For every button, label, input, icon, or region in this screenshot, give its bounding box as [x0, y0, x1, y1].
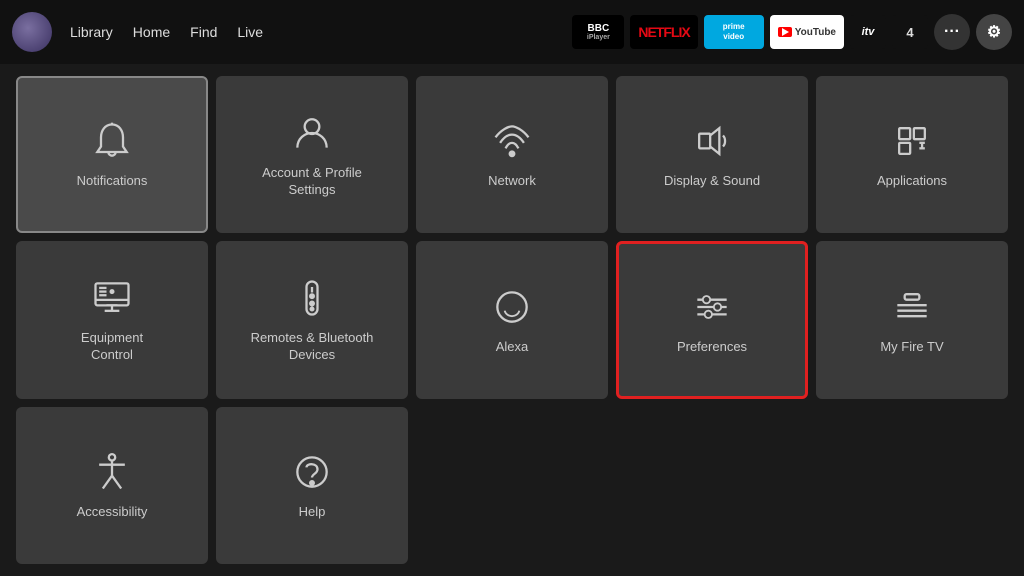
tile-my-fire-tv[interactable]: My Fire TV — [816, 241, 1008, 398]
nav-live[interactable]: Live — [237, 24, 263, 40]
monitor-icon — [90, 276, 134, 320]
nav-home[interactable]: Home — [133, 24, 170, 40]
avatar[interactable] — [12, 12, 52, 52]
tile-applications[interactable]: Applications — [816, 76, 1008, 233]
tile-remotes-label: Remotes & BluetoothDevices — [251, 330, 374, 364]
app-more-button[interactable]: ··· — [934, 14, 970, 50]
bell-icon — [90, 119, 134, 163]
tile-display-sound[interactable]: Display & Sound — [616, 76, 808, 233]
sliders-icon — [690, 285, 734, 329]
nav-find[interactable]: Find — [190, 24, 217, 40]
wifi-icon — [490, 119, 534, 163]
tile-accessibility[interactable]: Accessibility — [16, 407, 208, 564]
app-bbc-iplayer[interactable]: BBC iPlayer — [572, 15, 624, 49]
tile-help[interactable]: Help — [216, 407, 408, 564]
tile-equipment-control[interactable]: EquipmentControl — [16, 241, 208, 398]
tile-network[interactable]: Network — [416, 76, 608, 233]
tile-notifications-label: Notifications — [77, 173, 148, 190]
nav-library[interactable]: Library — [70, 24, 113, 40]
remote-icon — [290, 276, 334, 320]
remote2-icon — [890, 285, 934, 329]
tile-alexa-label: Alexa — [496, 339, 529, 356]
tile-display-sound-label: Display & Sound — [664, 173, 760, 190]
tile-notifications[interactable]: Notifications — [16, 76, 208, 233]
tile-applications-label: Applications — [877, 173, 947, 190]
tile-alexa[interactable]: Alexa — [416, 241, 608, 398]
tile-remotes-bluetooth[interactable]: Remotes & BluetoothDevices — [216, 241, 408, 398]
speaker-icon — [690, 119, 734, 163]
tile-equipment-label: EquipmentControl — [81, 330, 143, 364]
person-icon — [290, 111, 334, 155]
nav-apps: BBC iPlayer NETFLIX primevideo YouTube i… — [572, 14, 1012, 50]
tile-help-label: Help — [299, 504, 326, 521]
tile-preferences[interactable]: Preferences — [616, 241, 808, 398]
tile-my-fire-tv-label: My Fire TV — [880, 339, 943, 356]
settings-button[interactable]: ⚙ — [976, 14, 1012, 50]
tile-preferences-label: Preferences — [677, 339, 747, 356]
accessibility-icon — [90, 450, 134, 494]
top-nav: Library Home Find Live BBC iPlayer NETFL… — [0, 0, 1024, 64]
apps-icon — [890, 119, 934, 163]
app-itv[interactable]: itv — [850, 15, 886, 49]
question-icon — [290, 450, 334, 494]
tile-account-profile[interactable]: Account & ProfileSettings — [216, 76, 408, 233]
tile-network-label: Network — [488, 173, 536, 190]
tile-accessibility-label: Accessibility — [77, 504, 148, 521]
nav-links: Library Home Find Live — [70, 24, 263, 40]
tile-account-label: Account & ProfileSettings — [262, 165, 362, 199]
app-channel4[interactable]: 4 — [892, 15, 928, 49]
app-youtube[interactable]: YouTube — [770, 15, 844, 49]
settings-grid: Notifications Account & ProfileSettings … — [0, 64, 1024, 576]
alexa-icon — [490, 285, 534, 329]
app-prime-video[interactable]: primevideo — [704, 15, 764, 49]
app-netflix[interactable]: NETFLIX — [630, 15, 697, 49]
